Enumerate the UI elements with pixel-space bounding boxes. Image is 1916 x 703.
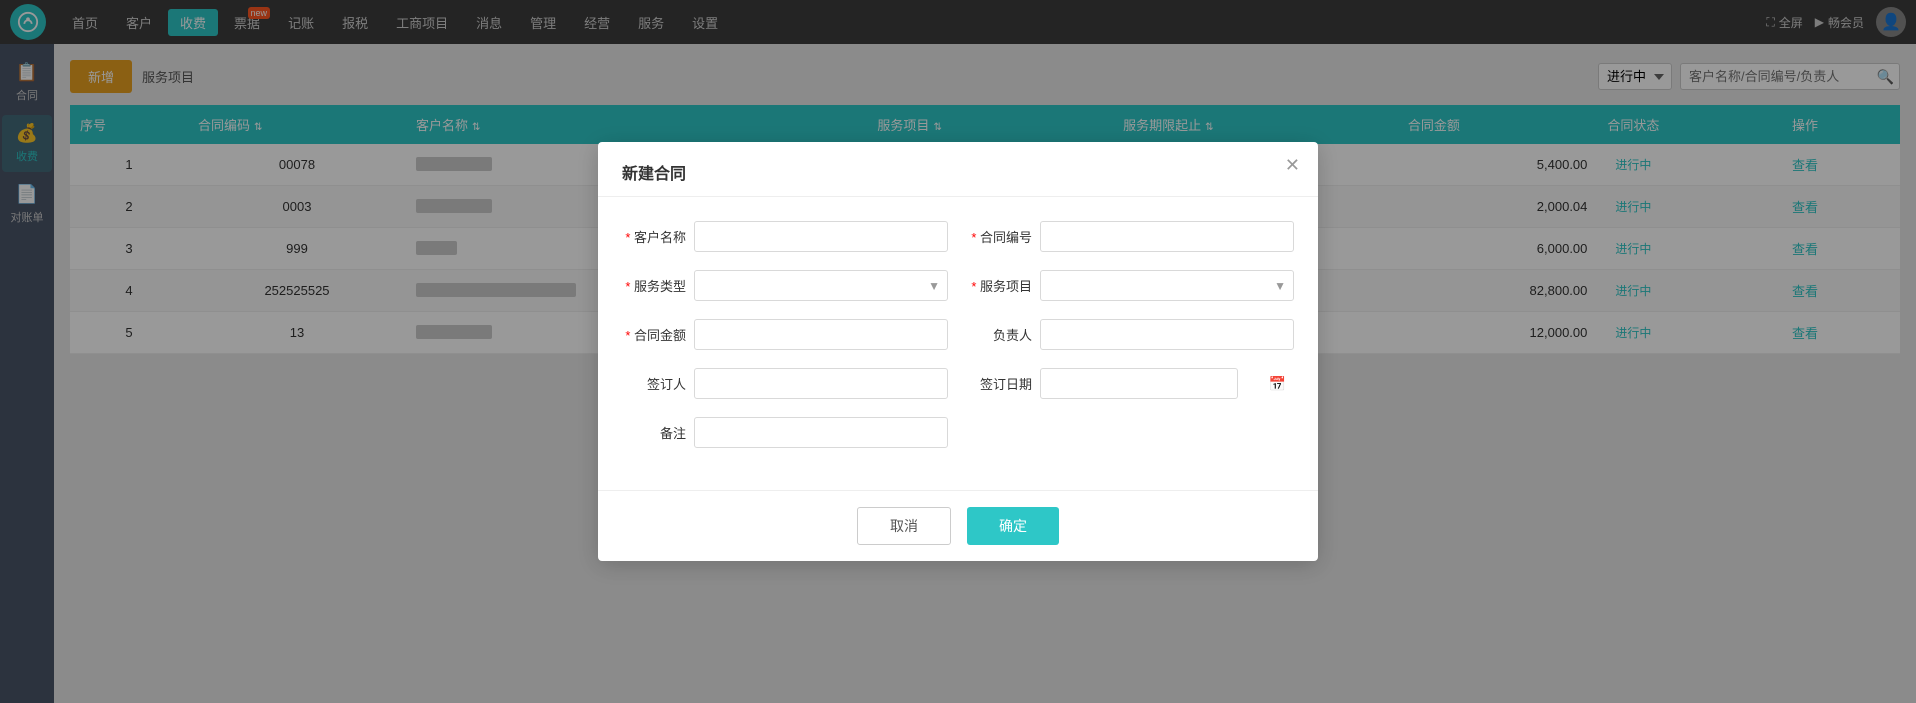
form-group-customer: 客户名称: [622, 221, 948, 252]
amount-input[interactable]: 0.00: [694, 319, 948, 350]
modal-overlay[interactable]: 新建合同 ✕ 客户名称 合同编号 服务类型 ▼: [0, 0, 1916, 703]
service-item-wrap: ▼: [1040, 270, 1294, 301]
signer-label: 签订人: [622, 374, 694, 393]
service-type-label: 服务类型: [622, 276, 694, 295]
manager-label: 负责人: [968, 325, 1040, 344]
form-group-service-item: 服务项目 ▼: [968, 270, 1294, 301]
calendar-icon: 📅: [1269, 375, 1286, 392]
sign-date-wrap: 2023-06-06 📅: [1040, 368, 1294, 399]
contract-no-label: 合同编号: [968, 227, 1040, 246]
form-group-manager: 负责人: [968, 319, 1294, 350]
service-item-select[interactable]: [1040, 270, 1294, 301]
form-group-service-type: 服务类型 ▼: [622, 270, 948, 301]
sign-date-input[interactable]: 2023-06-06: [1040, 368, 1238, 399]
modal-close-button[interactable]: ✕: [1285, 156, 1300, 174]
signer-input[interactable]: [694, 368, 948, 399]
service-item-label: 服务项目: [968, 276, 1040, 295]
customer-name-label: 客户名称: [622, 227, 694, 246]
form-group-remark: 备注: [622, 417, 948, 448]
modal-body: 客户名称 合同编号 服务类型 ▼ 服务项目: [598, 197, 1318, 490]
cancel-button[interactable]: 取消: [857, 507, 951, 545]
form-group-contract-no: 合同编号: [968, 221, 1294, 252]
form-group-signer: 签订人: [622, 368, 948, 399]
remark-label: 备注: [622, 423, 694, 442]
service-type-select[interactable]: [694, 270, 948, 301]
form-group-amount: 合同金额 0.00: [622, 319, 948, 350]
contract-no-input[interactable]: [1040, 221, 1294, 252]
form-group-sign-date: 签订日期 2023-06-06 📅: [968, 368, 1294, 399]
modal-footer: 取消 确定: [598, 490, 1318, 561]
confirm-button[interactable]: 确定: [967, 507, 1059, 545]
sign-date-label: 签订日期: [968, 374, 1040, 393]
remark-input[interactable]: [694, 417, 948, 448]
modal-title: 新建合同: [598, 142, 1318, 197]
service-type-wrap: ▼: [694, 270, 948, 301]
form-row-2: 服务类型 ▼ 服务项目 ▼: [622, 270, 1294, 301]
form-row-5: 备注: [622, 417, 1294, 448]
manager-input[interactable]: [1040, 319, 1294, 350]
form-row-4: 签订人 签订日期 2023-06-06 📅: [622, 368, 1294, 399]
form-row-3: 合同金额 0.00 负责人: [622, 319, 1294, 350]
amount-label: 合同金额: [622, 325, 694, 344]
new-contract-modal: 新建合同 ✕ 客户名称 合同编号 服务类型 ▼: [598, 142, 1318, 561]
customer-name-input[interactable]: [694, 221, 948, 252]
form-row-1: 客户名称 合同编号: [622, 221, 1294, 252]
